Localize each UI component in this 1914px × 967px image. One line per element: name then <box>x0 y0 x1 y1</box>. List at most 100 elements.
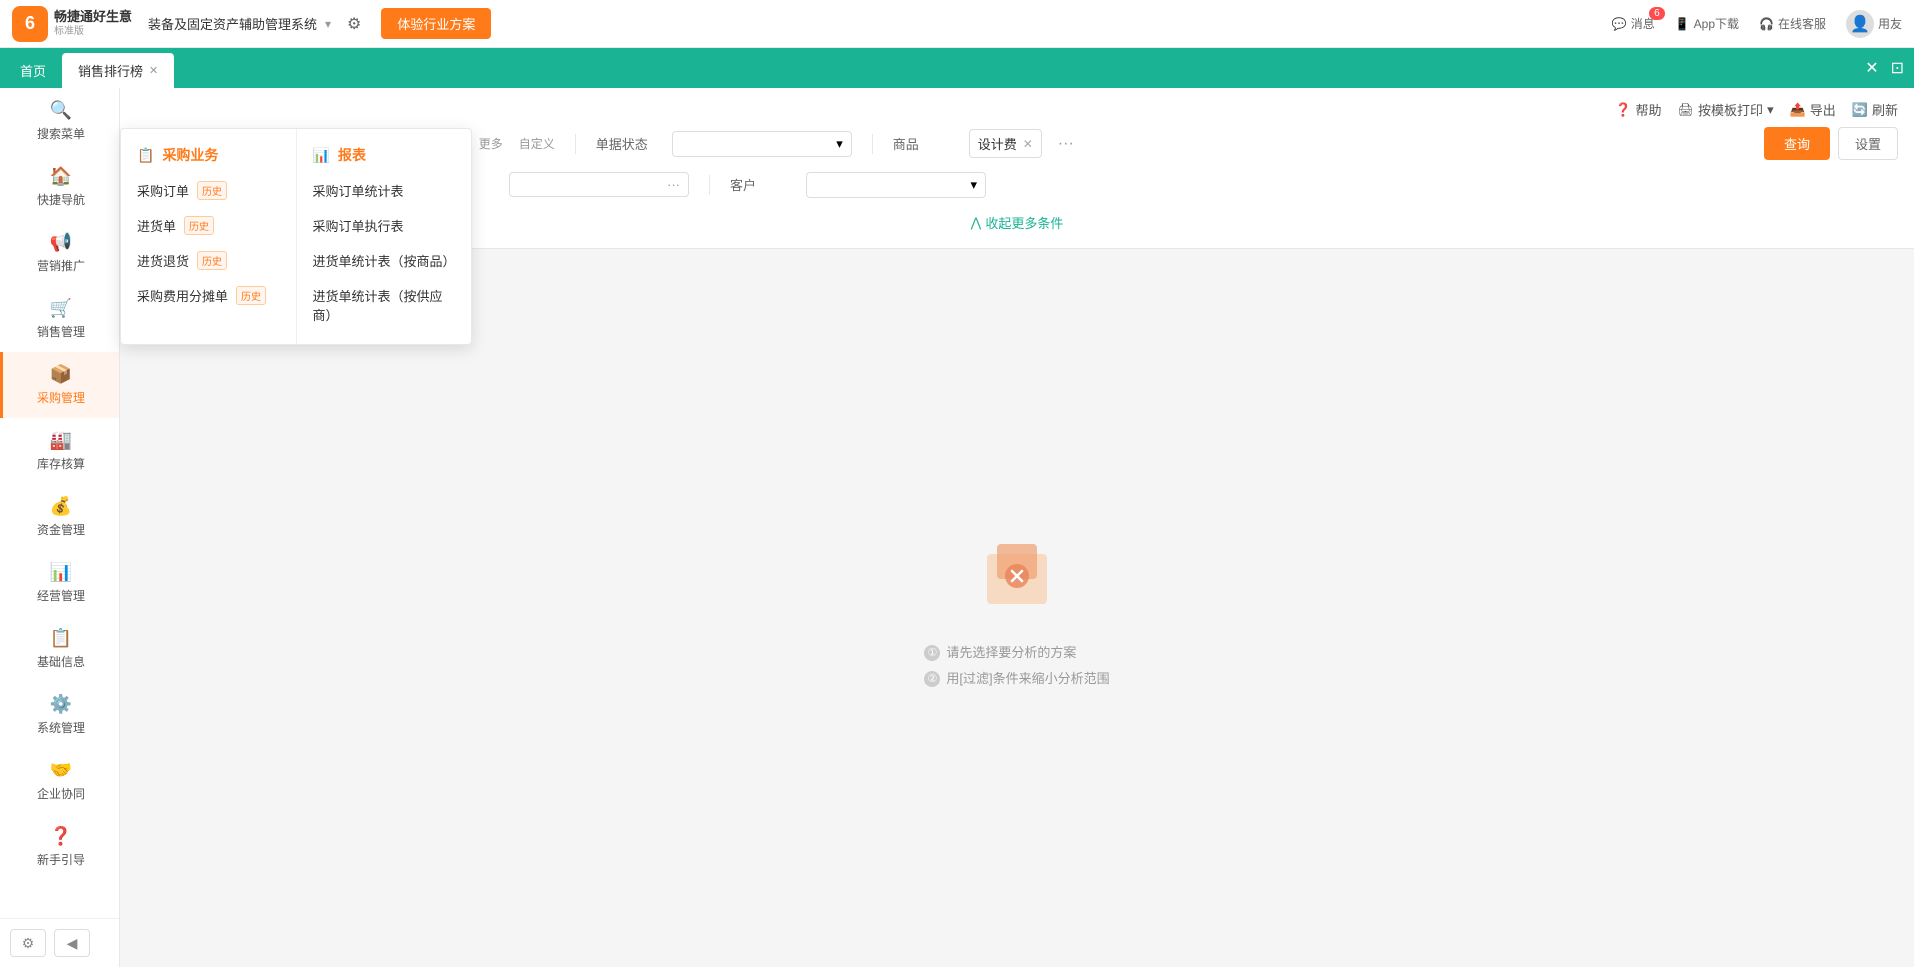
empty-state: ① 请先选择要分析的方案 ② 用[过滤]条件来缩小分析范围 <box>120 249 1914 967</box>
message-icon: 💬 <box>1612 17 1627 31</box>
online-service-item[interactable]: 🎧 在线客服 <box>1759 15 1826 32</box>
dropdown-item-purchase-expense[interactable]: 采购费用分摊单 历史 <box>121 278 296 313</box>
sidebar-item-base-info[interactable]: 📋 基础信息 <box>0 616 119 682</box>
logo-text-block: 畅捷通好生意 标准版 <box>54 9 132 39</box>
export-btn[interactable]: 📤 导出 <box>1790 100 1836 119</box>
empty-tips: ① 请先选择要分析的方案 ② 用[过滤]条件来缩小分析范围 <box>924 640 1109 692</box>
sidebar-item-purchase[interactable]: 📦 采购管理 <box>0 352 119 418</box>
message-badge: 6 <box>1649 7 1665 20</box>
sidebar-item-quick-nav[interactable]: 🏠 快捷导航 <box>0 154 119 220</box>
date-custom[interactable]: 自定义 <box>519 135 555 152</box>
dropdown-item-incoming-stats-goods[interactable]: 进货单统计表（按商品） <box>297 243 472 278</box>
sidebar-item-guide[interactable]: ❓ 新手引导 <box>0 814 119 880</box>
logo-sub: 标准版 <box>54 25 132 38</box>
export-label: 导出 <box>1810 100 1836 119</box>
dropdown-item-return[interactable]: 进货退货 历史 <box>121 243 296 278</box>
export-icon: 📤 <box>1790 102 1806 118</box>
tab-sales-rank[interactable]: 销售排行榜 ✕ <box>62 53 174 88</box>
goods-more-dots[interactable]: ··· <box>1058 135 1074 153</box>
sidebar-item-sales-label: 销售管理 <box>37 323 85 340</box>
system-settings-icon[interactable]: ⚙ <box>347 14 361 34</box>
salesperson-more-dots[interactable]: ··· <box>667 177 680 192</box>
status-label: 单据状态 <box>596 134 656 153</box>
status-select[interactable]: ▾ <box>672 131 852 157</box>
home-icon: 🏠 <box>50 166 72 187</box>
base-info-icon: 📋 <box>50 628 72 649</box>
app-download-label: App下载 <box>1694 15 1739 32</box>
sidebar: 🔍 搜索菜单 🏠 快捷导航 📢 营销推广 🛒 销售管理 📦 采购管理 🏭 库存核… <box>0 88 120 967</box>
tab-fullscreen-icon[interactable]: ⊡ <box>1891 58 1904 78</box>
trial-button[interactable]: 体验行业方案 <box>381 8 491 39</box>
user-item[interactable]: 👤 用友 <box>1846 10 1902 38</box>
content-wrapper: 📋 采购业务 采购订单 历史 进货单 历史 进货退货 历史 采购费用分摊单 <box>120 88 1914 967</box>
salesperson-select[interactable]: ··· <box>509 172 689 197</box>
order-stats-label: 采购订单统计表 <box>313 181 404 200</box>
collapse-label: 收起更多条件 <box>985 213 1063 232</box>
divider2 <box>872 134 873 154</box>
operations-icon: 📊 <box>50 562 72 583</box>
user-label: 用友 <box>1878 15 1902 32</box>
dropdown-item-incoming[interactable]: 进货单 历史 <box>121 208 296 243</box>
dropdown-item-purchase-order[interactable]: 采购订单 历史 <box>121 173 296 208</box>
date-more[interactable]: 更多 <box>479 135 503 152</box>
incoming-label: 进货单 <box>137 216 176 235</box>
customer-select[interactable]: ▾ <box>806 172 986 198</box>
help-btn[interactable]: ❓ 帮助 <box>1615 100 1661 119</box>
purchase-biz-label: 采购业务 <box>162 145 218 165</box>
sidebar-item-system[interactable]: ⚙️ 系统管理 <box>0 682 119 748</box>
print-dropdown-icon[interactable]: ▾ <box>1767 102 1774 118</box>
sidebar-item-operations[interactable]: 📊 经营管理 <box>0 550 119 616</box>
tab-bar: 首页 销售排行榜 ✕ ✕ ⊡ <box>0 48 1914 88</box>
phone-icon: 📱 <box>1675 17 1690 31</box>
return-hist-badge: 历史 <box>197 251 227 270</box>
message-icon-item[interactable]: 💬 消息 6 <box>1612 15 1655 32</box>
sidebar-item-search-label: 搜索菜单 <box>37 125 85 142</box>
guide-icon: ❓ <box>50 826 72 847</box>
sidebar-item-sales[interactable]: 🛒 销售管理 <box>0 286 119 352</box>
sidebar-item-inventory[interactable]: 🏭 库存核算 <box>0 418 119 484</box>
tip-text-2: 用[过滤]条件来缩小分析范围 <box>946 666 1109 692</box>
purchase-expense-hist-badge: 历史 <box>236 286 266 305</box>
empty-svg <box>967 524 1067 624</box>
dropdown-item-order-stats[interactable]: 采购订单统计表 <box>297 173 472 208</box>
settings-button[interactable]: 设置 <box>1838 127 1898 160</box>
sales-icon: 🛒 <box>50 298 72 319</box>
sidebar-settings-btn[interactable]: ⚙ <box>10 929 46 957</box>
sidebar-item-funds[interactable]: 💰 资金管理 <box>0 484 119 550</box>
empty-tip-2: ② 用[过滤]条件来缩小分析范围 <box>924 666 1109 692</box>
dropdown-item-order-exec[interactable]: 采购订单执行表 <box>297 208 472 243</box>
sidebar-item-search[interactable]: 🔍 搜索菜单 <box>0 88 119 154</box>
headset-icon: 🎧 <box>1759 17 1774 31</box>
sidebar-item-marketing-label: 营销推广 <box>37 257 85 274</box>
purchase-expense-label: 采购费用分摊单 <box>137 286 228 305</box>
system-title-dropdown[interactable]: ▾ <box>325 17 331 31</box>
logo-main: 畅捷通好生意 <box>54 9 132 26</box>
system-title-text: 装备及固定资产辅助管理系统 <box>148 14 317 33</box>
goods-tag-text: 设计费 <box>978 134 1017 153</box>
sidebar-item-system-label: 系统管理 <box>37 719 85 736</box>
user-avatar: 👤 <box>1846 10 1874 38</box>
sidebar-item-marketing[interactable]: 📢 营销推广 <box>0 220 119 286</box>
app-download-item[interactable]: 📱 App下载 <box>1675 15 1739 32</box>
tab-close-all-icon[interactable]: ✕ <box>1865 58 1878 78</box>
dropdown-item-incoming-stats-supplier[interactable]: 进货单统计表（按供应商） <box>297 278 472 332</box>
print-label: 按模板打印 <box>1698 100 1763 119</box>
sidebar-item-operations-label: 经营管理 <box>37 587 85 604</box>
tab-close-icon[interactable]: ✕ <box>149 64 158 77</box>
refresh-btn[interactable]: 🔄 刷新 <box>1852 100 1898 119</box>
tab-bar-actions: ✕ ⊡ <box>1865 58 1904 78</box>
sidebar-bottom: ⚙ ◀ <box>0 918 119 967</box>
goods-tag-close[interactable]: ✕ <box>1023 137 1033 151</box>
sidebar-item-enterprise[interactable]: 🤝 企业协同 <box>0 748 119 814</box>
refresh-icon: 🔄 <box>1852 102 1868 118</box>
toolbar-right: ❓ 帮助 🖨 按模板打印 ▾ 📤 导出 🔄 刷新 <box>136 100 1898 119</box>
sidebar-collapse-btn[interactable]: ◀ <box>54 929 90 957</box>
query-button[interactable]: 查询 <box>1764 127 1830 160</box>
print-icon: 🖨 <box>1678 102 1695 118</box>
main-layout: 🔍 搜索菜单 🏠 快捷导航 📢 营销推广 🛒 销售管理 📦 采购管理 🏭 库存核… <box>0 88 1914 967</box>
tab-home[interactable]: 首页 <box>4 53 62 88</box>
print-btn[interactable]: 🖨 按模板打印 ▾ <box>1678 100 1774 119</box>
collapse-button[interactable]: ⋀ 收起更多条件 <box>967 209 1068 236</box>
reports-label: 报表 <box>338 145 366 165</box>
sidebar-item-quick-nav-label: 快捷导航 <box>37 191 85 208</box>
